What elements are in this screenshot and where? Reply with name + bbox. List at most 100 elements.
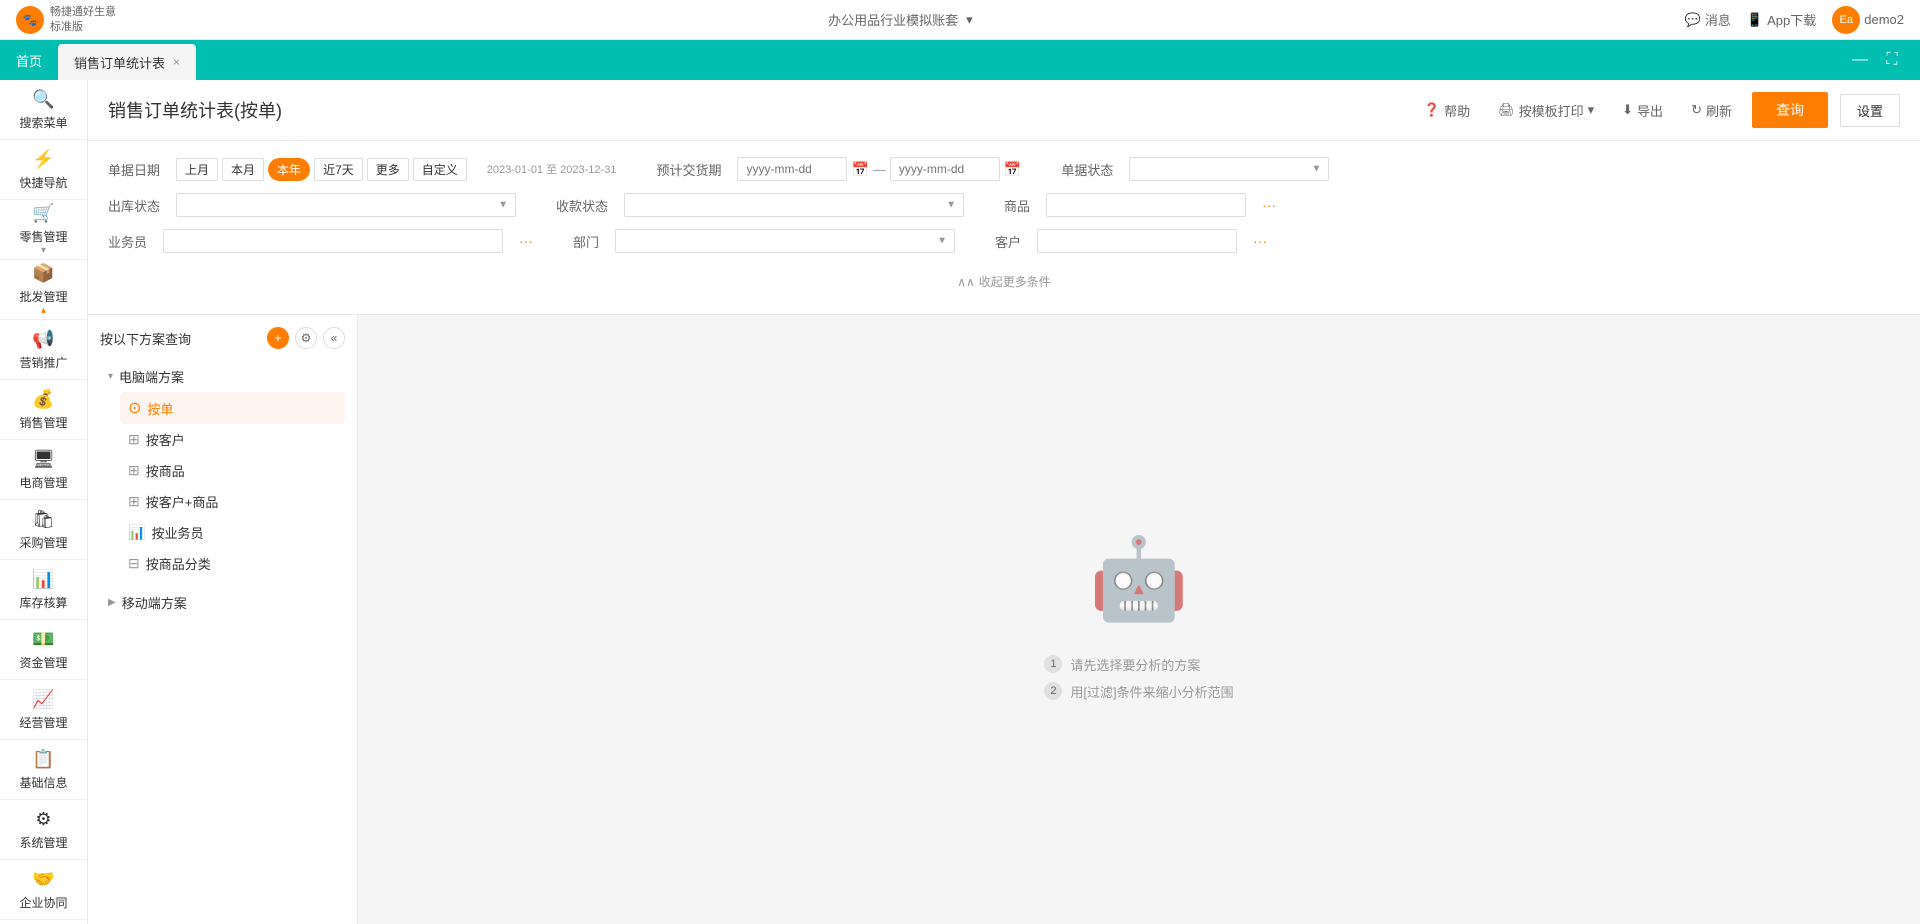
sidebar-item-newbie[interactable]: 🎯 新手引导: [0, 920, 87, 924]
customer-more-btn[interactable]: ···: [1253, 233, 1267, 249]
active-tab-label: 销售订单统计表: [74, 53, 165, 72]
tree-item-by-goods-category[interactable]: ⊟ 按商品分类: [120, 548, 345, 579]
goods-input[interactable]: [1046, 193, 1246, 217]
export-icon: ⬇: [1622, 102, 1633, 118]
sidebar-item-inventory[interactable]: 📊 库存核算: [0, 560, 87, 620]
sidebar-item-enterprise[interactable]: 🤝 企业协同: [0, 860, 87, 920]
right-content: 🤖 1 请先选择要分析的方案 2 用[过滤]条件来缩小分析范围: [358, 315, 1920, 924]
sidebar: 🔍 搜索菜单 ⚡ 快捷导航 🛒 零售管理 ▾ 📦 批发管理 ▴ 📢 营销推广 💰…: [0, 80, 88, 924]
operations-icon: 📈: [32, 689, 54, 710]
period-this-month-btn[interactable]: 本月: [222, 158, 264, 181]
nav-tabs: 首页 销售订单统计表 × — ⛶: [0, 40, 1920, 80]
top-bar-left: 🐾 畅捷通好生意 标准版: [16, 5, 116, 34]
inventory-icon: 📊: [32, 569, 54, 590]
active-tab[interactable]: 销售订单统计表 ×: [58, 44, 196, 80]
expected-date-start[interactable]: [737, 157, 847, 181]
home-tab[interactable]: 首页: [0, 40, 58, 80]
goods-more-btn[interactable]: ···: [1262, 197, 1276, 213]
tree-pc-children: ⊙ 按单 ⊞ 按客户 ⊞ 按商品 ⊞ 按客户+商: [100, 392, 345, 579]
tree-pc-header[interactable]: ▾ 电脑端方案: [100, 361, 345, 392]
filter-row-2: 出库状态 收款状态 商品 ···: [108, 193, 1900, 217]
query-button[interactable]: 查询: [1752, 92, 1828, 128]
status-select[interactable]: [1129, 157, 1329, 181]
close-tab-btn[interactable]: ×: [173, 55, 180, 69]
gear-icon: ⚙: [301, 331, 312, 345]
sidebar-item-marketing[interactable]: 📢 营销推广: [0, 320, 87, 380]
tree-item-by-customer[interactable]: ⊞ 按客户: [120, 424, 345, 455]
payment-status-select[interactable]: [624, 193, 964, 217]
basic-icon: 📋: [32, 749, 54, 770]
help-icon: ❓: [1424, 102, 1440, 118]
search-icon: 🔍: [32, 89, 54, 110]
template-print-btn[interactable]: 🖨 按模板打印 ▾: [1490, 97, 1602, 124]
salesperson-more-btn[interactable]: ···: [519, 233, 533, 249]
period-custom-btn[interactable]: 自定义: [413, 158, 467, 181]
by-goods-icon: ⊞: [128, 462, 140, 479]
logo-text: 畅捷通好生意 标准版: [50, 5, 116, 34]
workspace-dropdown-icon[interactable]: ▾: [966, 12, 973, 28]
empty-icon: 🤖: [1089, 539, 1189, 639]
tree-expand-icon: ▾: [108, 371, 113, 382]
left-panel: 按以下方案查询 + ⚙ «: [88, 315, 358, 924]
retail-expand-icon: ▾: [41, 245, 46, 256]
by-goods-category-icon: ⊟: [128, 555, 140, 572]
workspace-title: 办公用品行业模拟账套: [828, 10, 958, 29]
sidebar-item-quicknav[interactable]: ⚡ 快捷导航: [0, 140, 87, 200]
calendar-end-icon[interactable]: 📅: [1004, 161, 1021, 178]
settings-scheme-btn[interactable]: ⚙: [295, 327, 317, 349]
purchase-icon: 🛍: [32, 509, 55, 530]
filter-row-3: 业务员 ··· 部门 客户 ···: [108, 229, 1900, 253]
empty-text: 1 请先选择要分析的方案 2 用[过滤]条件来缩小分析范围: [1044, 655, 1233, 701]
tree-mobile-section: ▶ 移动端方案: [100, 583, 345, 622]
sidebar-item-operations[interactable]: 📈 经营管理: [0, 680, 87, 740]
minimize-window-btn[interactable]: —: [1848, 48, 1872, 72]
sidebar-item-search[interactable]: 🔍 搜索菜单: [0, 80, 87, 140]
dept-select[interactable]: [615, 229, 955, 253]
sidebar-item-retail[interactable]: 🛒 零售管理 ▾: [0, 200, 87, 260]
ship-status-select[interactable]: [176, 193, 516, 217]
add-scheme-btn[interactable]: +: [267, 327, 289, 349]
tree-mobile-header[interactable]: ▶ 移动端方案: [100, 587, 345, 618]
main-panel: 按以下方案查询 + ⚙ «: [88, 315, 1920, 924]
expected-date-label: 预计交货期: [656, 160, 721, 179]
sidebar-item-ecommerce[interactable]: 🖥 电商管理: [0, 440, 87, 500]
enterprise-icon: 🤝: [32, 869, 54, 890]
setting-button[interactable]: 设置: [1840, 94, 1900, 127]
salesperson-input[interactable]: [163, 229, 503, 253]
sidebar-item-sales[interactable]: 💰 销售管理: [0, 380, 87, 440]
collapse-bar[interactable]: ∧∧ 收起更多条件: [108, 265, 1900, 298]
export-btn[interactable]: ⬇ 导出: [1614, 97, 1671, 124]
tree-item-by-single[interactable]: ⊙ 按单: [120, 392, 345, 424]
message-btn[interactable]: 💬 消息: [1685, 10, 1731, 29]
customer-input[interactable]: [1037, 229, 1237, 253]
by-customer-icon: ⊞: [128, 431, 140, 448]
by-single-icon: ⊙: [128, 398, 141, 418]
app-download-btn[interactable]: 📱 App下载: [1747, 10, 1816, 29]
period-more-btn[interactable]: 更多: [367, 158, 409, 181]
period-last-month-btn[interactable]: 上月: [176, 158, 218, 181]
tree-item-by-goods[interactable]: ⊞ 按商品: [120, 455, 345, 486]
sidebar-item-wholesale[interactable]: 📦 批发管理 ▴: [0, 260, 87, 320]
filter-row-1: 单据日期 上月 本月 本年 近7天 更多 自定义 2023-01-01 至 20…: [108, 157, 1900, 181]
by-customer-goods-icon: ⊞: [128, 493, 140, 510]
sidebar-item-purchase[interactable]: 🛍 采购管理: [0, 500, 87, 560]
user-avatar-area[interactable]: Ea demo2: [1832, 6, 1904, 34]
page-title: 销售订单统计表(按单): [108, 97, 282, 123]
customer-label: 客户: [995, 232, 1021, 251]
help-btn[interactable]: ❓ 帮助: [1416, 97, 1478, 124]
calendar-start-icon[interactable]: 📅: [851, 161, 868, 178]
sidebar-item-basic[interactable]: 📋 基础信息: [0, 740, 87, 800]
tree-item-by-customer-goods[interactable]: ⊞ 按客户+商品: [120, 486, 345, 517]
expected-date-end[interactable]: [890, 157, 1000, 181]
tree-item-by-salesperson[interactable]: 📊 按业务员: [120, 517, 345, 548]
sidebar-item-finance[interactable]: 💵 资金管理: [0, 620, 87, 680]
date-sep: —: [873, 162, 886, 177]
dept-select-wrapper: [615, 229, 955, 253]
ship-status-label: 出库状态: [108, 196, 160, 215]
sidebar-item-system[interactable]: ⚙ 系统管理: [0, 800, 87, 860]
period-last7-btn[interactable]: 近7天: [314, 158, 363, 181]
maximize-window-btn[interactable]: ⛶: [1880, 48, 1904, 72]
collapse-panel-btn[interactable]: «: [323, 327, 345, 349]
period-this-year-btn[interactable]: 本年: [268, 158, 310, 181]
refresh-btn[interactable]: ↻ 刷新: [1683, 97, 1740, 124]
